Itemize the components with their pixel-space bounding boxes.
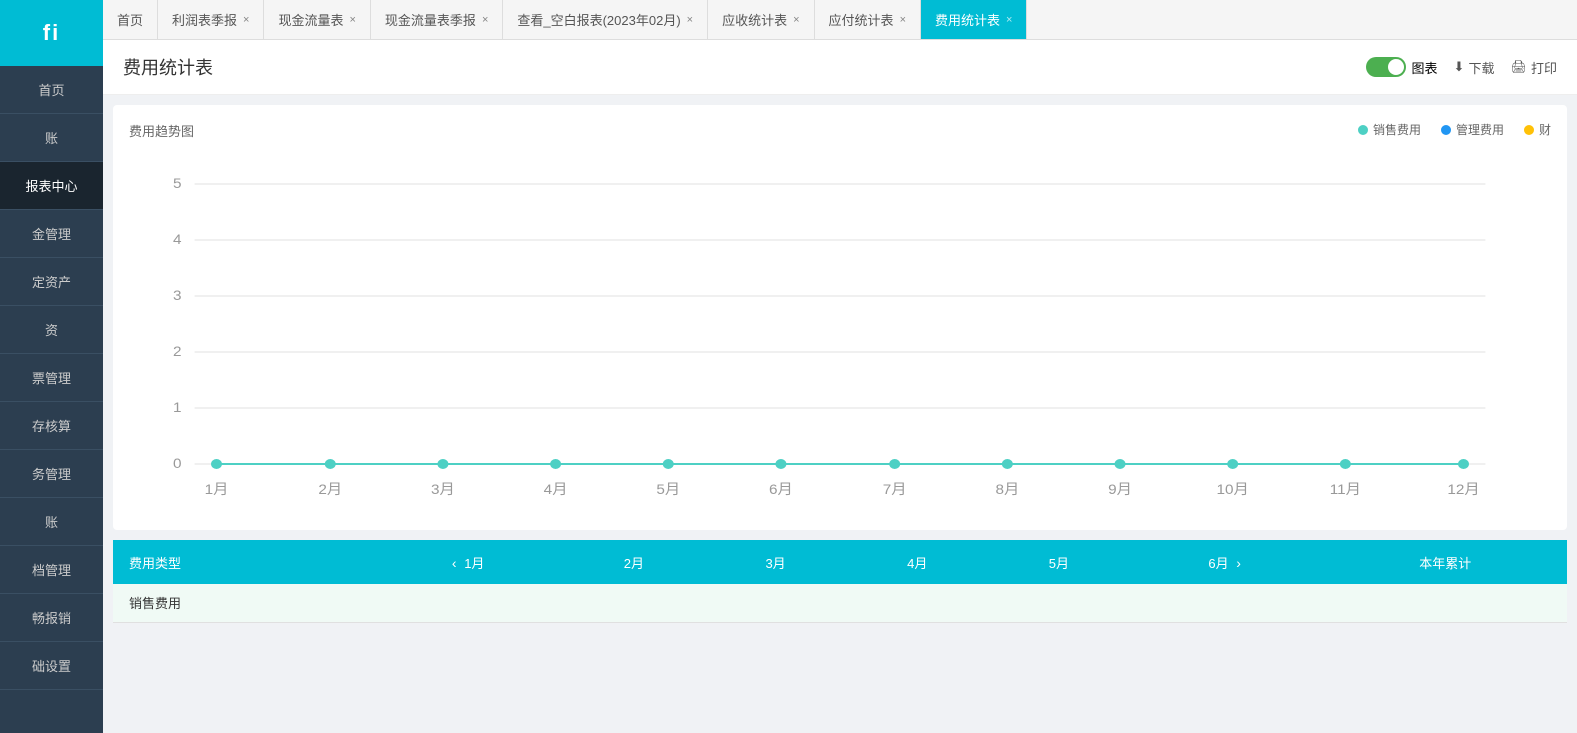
- col-month4: 4月: [846, 540, 988, 584]
- sidebar-item-cash[interactable]: 金管理: [0, 210, 103, 258]
- row-val-6: [1130, 584, 1324, 622]
- chart-toggle-container: 图表: [1366, 57, 1438, 77]
- table-header-row: 费用类型 ‹ 1月 2月 3月 4月: [113, 540, 1567, 584]
- svg-text:9月: 9月: [1108, 483, 1132, 498]
- sidebar-item-settings[interactable]: 础设置: [0, 642, 103, 690]
- close-tab-receivable[interactable]: ×: [793, 14, 799, 26]
- svg-text:0: 0: [173, 457, 182, 472]
- svg-text:10月: 10月: [1217, 483, 1249, 498]
- row-val-4: [846, 584, 988, 622]
- chart-title: 费用趋势图: [129, 121, 194, 140]
- tab-profit[interactable]: 利润表季报 ×: [158, 0, 264, 40]
- svg-text:3: 3: [173, 289, 182, 304]
- sidebar-logo: fi: [0, 0, 103, 66]
- row-type-label: 销售费用: [113, 584, 369, 622]
- row-val-ytd: [1324, 584, 1567, 622]
- header-actions: 图表 ⬇ 下载 🖨 打印: [1366, 57, 1557, 77]
- col-month2: 2月: [563, 540, 705, 584]
- col-month3: 3月: [705, 540, 847, 584]
- svg-text:2月: 2月: [318, 483, 342, 498]
- col-month1: ‹ 1月: [369, 540, 563, 584]
- legend-sales: 销售费用: [1358, 121, 1421, 138]
- sidebar-item-capital[interactable]: 资: [0, 306, 103, 354]
- close-tab-cashflow[interactable]: ×: [349, 14, 355, 26]
- sidebar-item-inventory[interactable]: 存核算: [0, 402, 103, 450]
- legend-dot-admin: [1441, 125, 1451, 135]
- chart-toggle-label: 图表: [1412, 58, 1438, 77]
- svg-text:4: 4: [173, 233, 182, 248]
- prev-month-arrow[interactable]: ‹: [448, 555, 461, 571]
- sidebar-item-assets[interactable]: 定资产: [0, 258, 103, 306]
- sidebar-item-expense[interactable]: 畅报销: [0, 594, 103, 642]
- sidebar-item-account[interactable]: 账: [0, 114, 103, 162]
- download-icon: ⬇: [1454, 59, 1465, 75]
- content-area: 费用统计表 图表 ⬇ 下载 🖨 打印 费用趋势图: [103, 40, 1577, 733]
- print-icon: 🖨: [1510, 59, 1527, 75]
- sidebar-item-service[interactable]: 务管理: [0, 450, 103, 498]
- svg-text:3月: 3月: [431, 483, 455, 498]
- trend-chart: 5 4 3 2 1 0 1月 2月 3月 4月 5月 6月 7月 8月 9月 1…: [129, 154, 1551, 514]
- sidebar-item-invoice[interactable]: 票管理: [0, 354, 103, 402]
- sidebar: fi 首页 账 报表中心 金管理 定资产 资 票管理 存核算 务管理 账 档管理…: [0, 0, 103, 733]
- legend-finance: 财: [1524, 121, 1551, 138]
- row-val-3: [705, 584, 847, 622]
- sidebar-item-home[interactable]: 首页: [0, 66, 103, 114]
- chart-toggle[interactable]: [1366, 57, 1406, 77]
- row-val-2: [563, 584, 705, 622]
- chart-top-bar: 费用趋势图 销售费用 管理费用 财: [129, 121, 1551, 150]
- legend-dot-finance: [1524, 125, 1534, 135]
- col-type: 费用类型: [113, 540, 369, 584]
- svg-text:6月: 6月: [769, 483, 793, 498]
- legend-dot-sales: [1358, 125, 1368, 135]
- svg-text:1: 1: [173, 401, 182, 416]
- row-val-1: [369, 584, 563, 622]
- tab-payable[interactable]: 应付统计表 ×: [815, 0, 921, 40]
- row-val-5: [988, 584, 1130, 622]
- svg-text:5: 5: [173, 177, 182, 192]
- expense-table: 费用类型 ‹ 1月 2月 3月 4月: [113, 540, 1567, 623]
- close-tab-expense[interactable]: ×: [1006, 14, 1012, 26]
- tab-bar: 首页 利润表季报 × 现金流量表 × 现金流量表季报 × 查看_空白报表(202…: [103, 0, 1577, 40]
- close-tab-profit[interactable]: ×: [243, 14, 249, 26]
- tab-cashflow[interactable]: 现金流量表 ×: [264, 0, 370, 40]
- svg-text:7月: 7月: [883, 483, 907, 498]
- svg-text:11月: 11月: [1330, 483, 1361, 498]
- table-section: 费用类型 ‹ 1月 2月 3月 4月: [113, 540, 1567, 623]
- tab-receivable[interactable]: 应收统计表 ×: [708, 0, 814, 40]
- svg-text:1月: 1月: [205, 483, 229, 498]
- main-area: 首页 利润表季报 × 现金流量表 × 现金流量表季报 × 查看_空白报表(202…: [103, 0, 1577, 733]
- close-tab-payable[interactable]: ×: [900, 14, 906, 26]
- col-ytd: 本年累计: [1324, 540, 1567, 584]
- svg-text:8月: 8月: [995, 483, 1019, 498]
- tab-cashflow-quarterly[interactable]: 现金流量表季报 ×: [371, 0, 503, 40]
- svg-text:4月: 4月: [544, 483, 568, 498]
- legend-admin: 管理费用: [1441, 121, 1504, 138]
- col-month5: 5月: [988, 540, 1130, 584]
- tab-home[interactable]: 首页: [103, 0, 158, 40]
- close-tab-cashflow-quarterly[interactable]: ×: [482, 14, 488, 26]
- close-tab-blank-report[interactable]: ×: [687, 14, 693, 26]
- col-month6: 6月 ›: [1130, 540, 1324, 584]
- page-header: 费用统计表 图表 ⬇ 下载 🖨 打印: [103, 40, 1577, 95]
- svg-text:5月: 5月: [656, 483, 680, 498]
- tab-expense[interactable]: 费用统计表 ×: [921, 0, 1027, 40]
- page-title: 费用统计表: [123, 54, 213, 80]
- next-month-arrow[interactable]: ›: [1232, 555, 1245, 571]
- print-button[interactable]: 🖨 打印: [1510, 58, 1557, 77]
- sidebar-item-archive[interactable]: 档管理: [0, 546, 103, 594]
- chart-section: 费用趋势图 销售费用 管理费用 财: [113, 105, 1567, 530]
- sidebar-item-ledger[interactable]: 账: [0, 498, 103, 546]
- svg-text:2: 2: [173, 345, 182, 360]
- tab-blank-report[interactable]: 查看_空白报表(2023年02月) ×: [503, 0, 708, 40]
- sidebar-item-reports[interactable]: 报表中心: [0, 162, 103, 210]
- svg-text:12月: 12月: [1447, 483, 1479, 498]
- download-button[interactable]: ⬇ 下载: [1454, 58, 1495, 77]
- table-row: 销售费用: [113, 584, 1567, 622]
